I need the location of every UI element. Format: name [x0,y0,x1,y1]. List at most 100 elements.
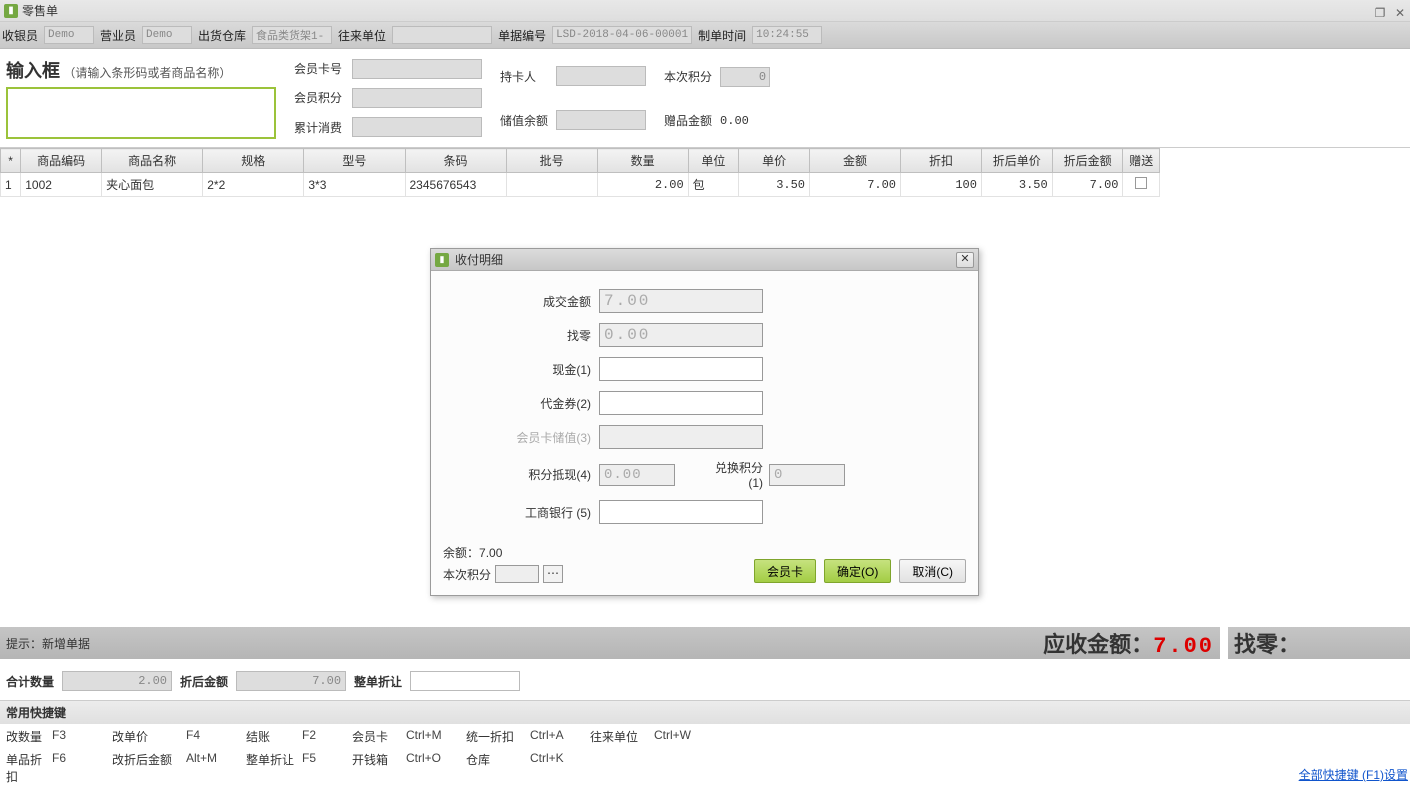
titlebar: ▮ 零售单 ❐ ✕ [0,0,1410,22]
voucher-input[interactable] [599,391,763,415]
hk-label: 整单折让 [246,751,302,785]
hk-label: 改单价 [112,728,186,745]
cell-damount: 7.00 [1052,173,1123,197]
cell-qty[interactable]: 2.00 [597,173,688,197]
member-card-field[interactable] [352,59,482,79]
col-marker[interactable]: * [1,149,21,173]
col-amount[interactable]: 金额 [810,149,901,173]
col-unit[interactable]: 单位 [688,149,739,173]
whole-discount-input[interactable] [410,671,520,691]
cell-batch [506,173,597,197]
docno-field [552,26,692,44]
dialog-title: 收付明细 [455,251,503,268]
member-totalspend-label: 累计消费 [294,119,344,136]
cash-label: 现金(1) [443,361,599,378]
col-barcode[interactable]: 条码 [405,149,506,173]
cell-gift[interactable] [1123,173,1160,197]
app-icon: ▮ [4,4,18,18]
remain-value: 7.00 [479,546,502,560]
product-grid[interactable]: * 商品编码 商品名称 规格 型号 条码 批号 数量 单位 单价 金额 折扣 折… [0,147,1410,197]
col-qty[interactable]: 数量 [597,149,688,173]
member-card-button[interactable]: 会员卡 [754,559,816,583]
cardstore-label: 会员卡储值(3) [443,429,599,446]
close-icon[interactable]: ✕ [1390,2,1410,20]
dlg-change-field [599,323,763,347]
window-title: 零售单 [22,0,58,22]
cardstore-input [599,425,763,449]
cell-rownum: 1 [1,173,21,197]
more-button[interactable]: ⋯ [543,565,563,583]
total-qty-value: 2.00 [62,671,172,691]
clerk-field [142,26,192,44]
col-model[interactable]: 型号 [304,149,405,173]
hk-key: Ctrl+M [406,728,466,745]
gift-checkbox[interactable] [1135,177,1147,189]
hk-label: 改数量 [6,728,52,745]
hk-label: 往来单位 [590,728,654,745]
hotkeys-title: 常用快捷键 [0,701,1410,724]
col-gift[interactable]: 赠送 [1123,149,1160,173]
gift-value: 0.00 [720,114,770,128]
cell-barcode: 2345676543 [405,173,506,197]
col-price[interactable]: 单价 [739,149,810,173]
unit-field[interactable] [392,26,492,44]
due-value: 7.00 [1153,634,1214,659]
hk-label: 结账 [246,728,302,745]
barcode-input[interactable] [6,87,276,139]
balance-label: 储值余额 [500,112,548,129]
pointscash-label: 积分抵现(4) [443,466,599,483]
col-code[interactable]: 商品编码 [21,149,102,173]
hk-label: 改折后金额 [112,751,186,785]
warehouse-label: 出货仓库 [198,27,246,44]
col-name[interactable]: 商品名称 [102,149,203,173]
hk-key: Ctrl+W [654,728,714,745]
hk-key: F6 [52,751,112,785]
col-damount[interactable]: 折后金额 [1052,149,1123,173]
lock-icon: ▮ [435,253,449,267]
time-field [752,26,822,44]
unit-label: 往来单位 [338,27,386,44]
thispoints-label: 本次积分 [664,68,712,85]
cash-input[interactable] [599,357,763,381]
hk-key: Ctrl+A [530,728,590,745]
col-dprice[interactable]: 折后单价 [981,149,1052,173]
col-discount[interactable]: 折扣 [901,149,982,173]
restore-icon[interactable]: ❐ [1370,2,1390,20]
deal-field [599,289,763,313]
member-points-field [352,88,482,108]
total-qty-label: 合计数量 [6,673,54,690]
hk-label: 统一折扣 [466,728,530,745]
hk-key: F5 [302,751,352,785]
holder-field [556,66,646,86]
balance-field [556,110,646,130]
icbc-input[interactable] [599,500,763,524]
clerk-label: 营业员 [100,27,136,44]
col-batch[interactable]: 批号 [506,149,597,173]
member-totalspend-field [352,117,482,137]
divider [1220,627,1228,659]
warehouse-field[interactable] [252,26,332,44]
cell-code: 1002 [21,173,102,197]
inputbox-hint: （请输入条形码或者商品名称） [63,66,231,80]
total-amt-value: 7.00 [236,671,346,691]
hk-label: 仓库 [466,751,530,785]
table-row[interactable]: 1 1002 夹心面包 2*2 3*3 2345676543 2.00 包 3.… [1,173,1160,197]
status-bar: 提示：新增单据 应收金额：7.00 找零： [0,627,1410,659]
redeem-label: 兑换积分(1) [705,459,769,490]
cell-discount[interactable]: 100 [901,173,982,197]
pointscash-input [599,464,675,486]
dialog-close-button[interactable]: ✕ [956,252,974,268]
ok-button[interactable]: 确定(O) [824,559,891,583]
cell-price[interactable]: 3.50 [739,173,810,197]
tip-text: 新增单据 [42,637,90,651]
redeem-input [769,464,845,486]
holder-label: 持卡人 [500,68,548,85]
hk-key: F3 [52,728,112,745]
col-spec[interactable]: 规格 [203,149,304,173]
hk-label: 会员卡 [352,728,406,745]
cancel-button[interactable]: 取消(C) [899,559,966,583]
cell-amount: 7.00 [810,173,901,197]
dlg-change-label: 找零 [443,327,599,344]
hk-key: F4 [186,728,246,745]
dlg-thispoints-label: 本次积分 [443,566,491,583]
